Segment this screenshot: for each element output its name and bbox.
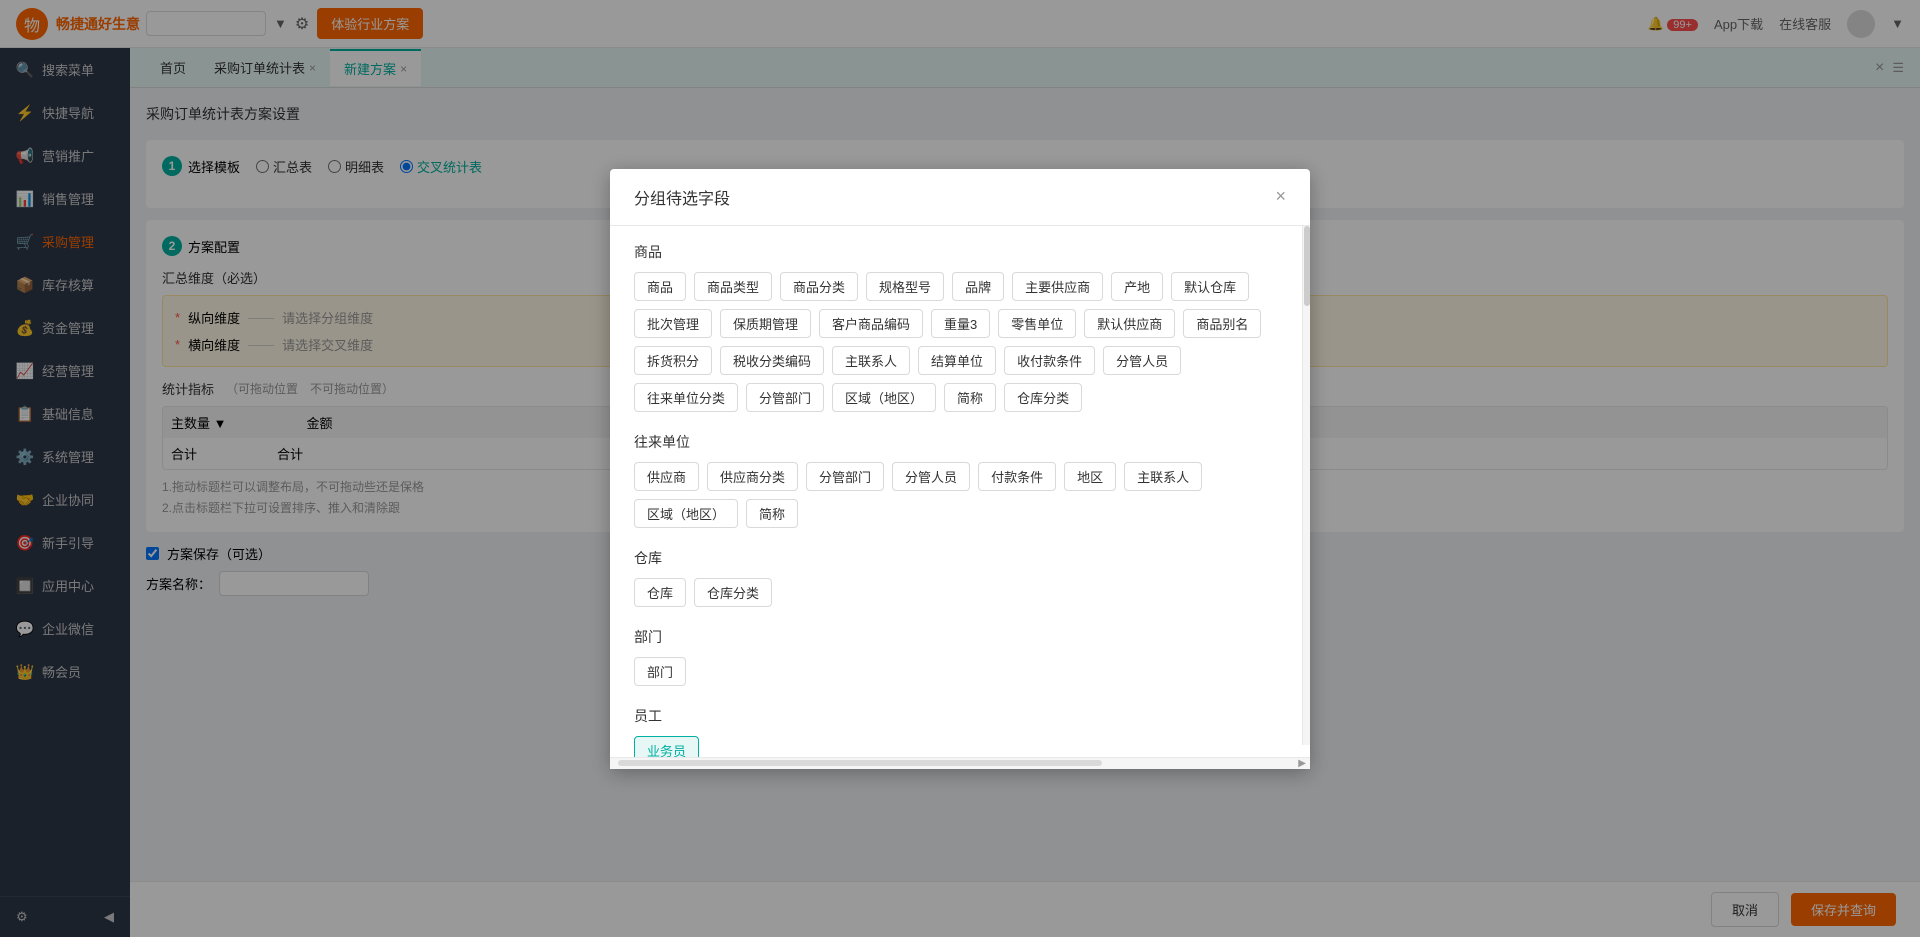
section-title-0: 商品 — [634, 242, 1286, 262]
field-tag-2-0[interactable]: 仓库 — [634, 578, 686, 607]
field-tag-0-8[interactable]: 批次管理 — [634, 309, 712, 338]
modal: 分组待选字段 × 商品商品商品类型商品分类规格型号品牌主要供应商产地默认仓库批次… — [610, 169, 1310, 769]
modal-title: 分组待选字段 — [634, 185, 730, 209]
field-tag-0-9[interactable]: 保质期管理 — [720, 309, 811, 338]
scroll-right-arrow[interactable]: ▶ — [1298, 758, 1306, 769]
field-tag-0-23[interactable]: 区域（地区） — [832, 383, 936, 412]
field-tag-1-2[interactable]: 分管部门 — [806, 462, 884, 491]
section-title-1: 往来单位 — [634, 432, 1286, 452]
field-tag-0-22[interactable]: 分管部门 — [746, 383, 824, 412]
field-tag-3-0[interactable]: 部门 — [634, 657, 686, 686]
field-tag-0-2[interactable]: 商品分类 — [780, 272, 858, 301]
field-tag-0-3[interactable]: 规格型号 — [866, 272, 944, 301]
field-tag-0-25[interactable]: 仓库分类 — [1004, 383, 1082, 412]
field-tag-0-15[interactable]: 拆货积分 — [634, 346, 712, 375]
field-tag-1-1[interactable]: 供应商分类 — [707, 462, 798, 491]
field-tag-1-8[interactable]: 简称 — [746, 499, 798, 528]
modal-header: 分组待选字段 × — [610, 169, 1310, 226]
modal-body[interactable]: 商品商品商品类型商品分类规格型号品牌主要供应商产地默认仓库批次管理保质期管理客户… — [610, 226, 1310, 757]
field-tags-3: 部门 — [634, 657, 1286, 686]
field-tag-0-19[interactable]: 收付款条件 — [1004, 346, 1095, 375]
modal-close-button[interactable]: × — [1275, 186, 1286, 207]
field-tag-1-7[interactable]: 区域（地区） — [634, 499, 738, 528]
field-tag-0-10[interactable]: 客户商品编码 — [819, 309, 923, 338]
field-tag-1-3[interactable]: 分管人员 — [892, 462, 970, 491]
field-tag-0-12[interactable]: 零售单位 — [998, 309, 1076, 338]
field-tags-0: 商品商品类型商品分类规格型号品牌主要供应商产地默认仓库批次管理保质期管理客户商品… — [634, 272, 1286, 412]
modal-body-wrapper: 商品商品商品类型商品分类规格型号品牌主要供应商产地默认仓库批次管理保质期管理客户… — [610, 226, 1310, 757]
field-tag-0-20[interactable]: 分管人员 — [1103, 346, 1181, 375]
field-tag-4-0[interactable]: 业务员 — [634, 736, 699, 757]
modal-overlay: 分组待选字段 × 商品商品商品类型商品分类规格型号品牌主要供应商产地默认仓库批次… — [0, 0, 1920, 937]
modal-section-1: 往来单位供应商供应商分类分管部门分管人员付款条件地区主联系人区域（地区） 简称 — [634, 432, 1286, 528]
field-tag-0-5[interactable]: 主要供应商 — [1012, 272, 1103, 301]
vertical-scrollbar-track — [1302, 226, 1310, 745]
field-tag-0-16[interactable]: 税收分类编码 — [720, 346, 824, 375]
modal-section-3: 部门部门 — [634, 627, 1286, 686]
field-tag-2-1[interactable]: 仓库分类 — [694, 578, 772, 607]
field-tag-0-13[interactable]: 默认供应商 — [1084, 309, 1175, 338]
field-tag-0-1[interactable]: 商品类型 — [694, 272, 772, 301]
field-tag-1-0[interactable]: 供应商 — [634, 462, 699, 491]
field-tag-1-6[interactable]: 主联系人 — [1124, 462, 1202, 491]
field-tag-0-18[interactable]: 结算单位 — [918, 346, 996, 375]
field-tags-4: 业务员 — [634, 736, 1286, 757]
vertical-scrollbar-thumb — [1304, 226, 1310, 306]
field-tags-1: 供应商供应商分类分管部门分管人员付款条件地区主联系人区域（地区） 简称 — [634, 462, 1286, 528]
field-tag-1-4[interactable]: 付款条件 — [978, 462, 1056, 491]
modal-section-0: 商品商品商品类型商品分类规格型号品牌主要供应商产地默认仓库批次管理保质期管理客户… — [634, 242, 1286, 412]
field-tag-0-11[interactable]: 重量3 — [931, 309, 990, 338]
horizontal-scrollbar-thumb — [618, 760, 1102, 766]
field-tag-0-6[interactable]: 产地 — [1111, 272, 1163, 301]
field-tag-0-0[interactable]: 商品 — [634, 272, 686, 301]
field-tag-1-5[interactable]: 地区 — [1064, 462, 1116, 491]
field-tag-0-14[interactable]: 商品别名 — [1183, 309, 1261, 338]
section-title-4: 员工 — [634, 706, 1286, 726]
section-title-3: 部门 — [634, 627, 1286, 647]
field-tag-0-17[interactable]: 主联系人 — [832, 346, 910, 375]
modal-section-2: 仓库仓库仓库分类 — [634, 548, 1286, 607]
field-tags-2: 仓库仓库分类 — [634, 578, 1286, 607]
field-tag-0-7[interactable]: 默认仓库 — [1171, 272, 1249, 301]
section-title-2: 仓库 — [634, 548, 1286, 568]
field-tag-0-21[interactable]: 往来单位分类 — [634, 383, 738, 412]
field-tag-0-24[interactable]: 简称 — [944, 383, 996, 412]
field-tag-0-4[interactable]: 品牌 — [952, 272, 1004, 301]
modal-section-4: 员工业务员 — [634, 706, 1286, 757]
horizontal-scrollbar-track: ▶ — [610, 757, 1310, 769]
